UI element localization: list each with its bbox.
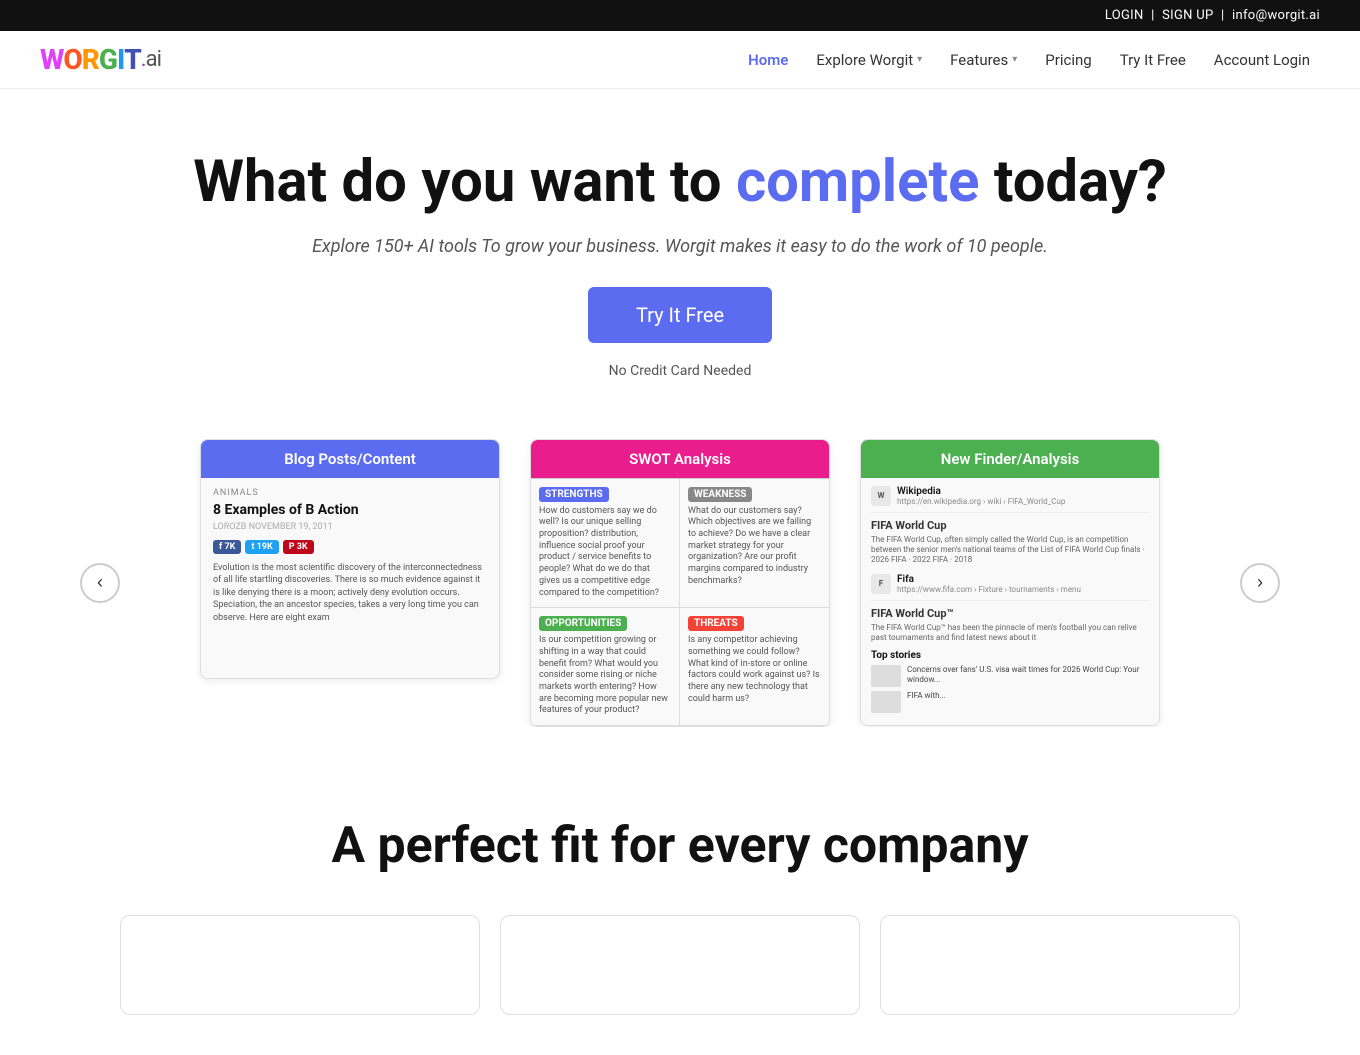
- card-body-blog: ANIMALS 8 Examples of B Action LOROZB NO…: [201, 478, 499, 678]
- swot-t-label: THREATS: [688, 616, 744, 631]
- social-twitter: t 19K: [245, 540, 278, 554]
- story-thumb-2: [871, 691, 901, 713]
- blog-author: LOROZB NOVEMBER 19, 2011: [213, 522, 487, 532]
- carousel-card-finder: New Finder/Analysis W Wikipedia https://…: [860, 439, 1160, 726]
- swot-o-text: Is our competition growing or shifting i…: [539, 635, 671, 717]
- blog-text: Evolution is the most scientific discove…: [213, 562, 487, 625]
- story-2: FIFA with...: [871, 691, 1149, 713]
- email-link[interactable]: info@worgit.ai: [1232, 8, 1320, 23]
- swot-s-label: STRENGTHS: [539, 487, 609, 502]
- story-text-1: Concerns over fans' U.S. visa wait times…: [907, 665, 1149, 686]
- nav-home[interactable]: Home: [738, 45, 798, 75]
- logo-w: W: [40, 43, 63, 76]
- swot-weaknesses: WEAKNESS What do our customers say? Whic…: [680, 479, 829, 609]
- topbar: LOGIN | SIGN UP | info@worgit.ai: [0, 0, 1360, 31]
- hero-section: What do you want to complete today? Expl…: [0, 89, 1360, 409]
- separator2: |: [1221, 8, 1224, 23]
- finder-fifa-info: Fifa https://www.fifa.com › Fixture › to…: [897, 574, 1081, 594]
- navbar: WORGIT.ai Home Explore Worgit ▾ Features…: [0, 31, 1360, 89]
- card-body-swot: STRENGTHS How do customers say we do wel…: [531, 478, 829, 726]
- fit-card-3: [880, 915, 1240, 1015]
- headline-highlight: complete: [736, 148, 994, 216]
- finder-wiki-title: Wikipedia: [897, 486, 1065, 497]
- separator1: |: [1151, 8, 1154, 23]
- headline-end: today?: [994, 148, 1167, 216]
- logo-i: I: [117, 43, 124, 76]
- finder-fifa-title: Fifa: [897, 574, 1081, 585]
- fit-cards-row: [40, 915, 1320, 1015]
- fifa-icon: F: [871, 574, 891, 594]
- hero-subtitle: Explore 150+ AI tools To grow your busin…: [20, 236, 1340, 257]
- login-link[interactable]: LOGIN: [1105, 8, 1144, 23]
- try-it-free-button[interactable]: Try It Free: [588, 287, 772, 343]
- story-thumb-1: [871, 665, 901, 687]
- no-credit-card-text: No Credit Card Needed: [20, 363, 1340, 379]
- carousel-track: Blog Posts/Content ANIMALS 8 Examples of…: [120, 439, 1240, 727]
- card-body-finder: W Wikipedia https://en.wikipedia.org › w…: [861, 478, 1159, 725]
- finder-wiki-url: https://en.wikipedia.org › wiki › FIFA_W…: [897, 497, 1065, 506]
- card-header-finder: New Finder/Analysis: [861, 440, 1159, 478]
- swot-w-label: WEAKNESS: [688, 487, 752, 502]
- nav-links: Home Explore Worgit ▾ Features ▾ Pricing…: [738, 45, 1320, 75]
- chevron-down-icon: ▾: [917, 54, 922, 65]
- finder-wiki-heading: FIFA World Cup: [871, 519, 1149, 532]
- blog-title: 8 Examples of B Action: [213, 502, 487, 518]
- finder-fifa-url: https://www.fifa.com › Fixture › tournam…: [897, 585, 1081, 594]
- finder-source-wiki: W Wikipedia https://en.wikipedia.org › w…: [871, 486, 1149, 513]
- blog-social: f 7K t 19K P 3K: [213, 540, 487, 554]
- finder-wiki-desc: The FIFA World Cup, often simply called …: [871, 535, 1149, 566]
- chevron-down-icon: ▾: [1012, 54, 1017, 65]
- social-facebook: f 7K: [213, 540, 241, 554]
- logo-g: G: [99, 43, 117, 76]
- swot-opportunities: OPPORTUNITIES Is our competition growing…: [531, 608, 680, 726]
- fit-card-2: [500, 915, 860, 1015]
- card-header-blog: Blog Posts/Content: [201, 440, 499, 478]
- carousel-prev-button[interactable]: ‹: [80, 563, 120, 603]
- finder-source-info: Wikipedia https://en.wikipedia.org › wik…: [897, 486, 1065, 506]
- social-pinterest: P 3K: [283, 540, 314, 554]
- headline-start: What do you want to: [193, 148, 721, 216]
- swot-strengths: STRENGTHS How do customers say we do wel…: [531, 479, 680, 609]
- swot-s-text: How do customers say we do well? Is our …: [539, 506, 671, 600]
- perfect-fit-heading: A perfect fit for every company: [40, 817, 1320, 875]
- swot-w-text: What do our customers say? Which objecti…: [688, 506, 821, 588]
- carousel-card-swot: SWOT Analysis STRENGTHS How do customers…: [530, 439, 830, 727]
- nav-try-free[interactable]: Try It Free: [1110, 45, 1196, 75]
- hero-headline: What do you want to complete today?: [20, 149, 1340, 216]
- nav-account-login[interactable]: Account Login: [1204, 45, 1320, 75]
- fit-card-1: [120, 915, 480, 1015]
- card-header-swot: SWOT Analysis: [531, 440, 829, 478]
- swot-t-text: Is any competitor achieving something we…: [688, 635, 821, 705]
- subtitle-regular: Worgit makes it easy to do the work of 1…: [665, 236, 1048, 257]
- wiki-icon: W: [871, 486, 891, 506]
- subtitle-bold: Explore 150+ AI tools To grow your busin…: [312, 236, 660, 257]
- logo-o: O: [63, 43, 81, 76]
- logo-t: T: [124, 43, 141, 76]
- swot-threats: THREATS Is any competitor achieving some…: [680, 608, 829, 726]
- nav-features[interactable]: Features ▾: [940, 45, 1027, 75]
- top-stories-label: Top stories: [871, 650, 1149, 661]
- finder-fifa-desc: The FIFA World Cup™ has been the pinnacl…: [871, 623, 1149, 644]
- logo-r: R: [82, 43, 99, 76]
- nav-pricing[interactable]: Pricing: [1035, 45, 1101, 75]
- swot-o-label: OPPORTUNITIES: [539, 616, 627, 631]
- story-1: Concerns over fans' U.S. visa wait times…: [871, 665, 1149, 687]
- finder-source-fifa: F Fifa https://www.fifa.com › Fixture › …: [871, 574, 1149, 601]
- logo[interactable]: WORGIT.ai: [40, 43, 161, 76]
- carousel-section: ‹ Blog Posts/Content ANIMALS 8 Examples …: [0, 409, 1360, 757]
- signup-link[interactable]: SIGN UP: [1162, 8, 1213, 23]
- blog-tag: ANIMALS: [213, 488, 487, 498]
- logo-ai: ai: [146, 47, 161, 72]
- story-text-2: FIFA with...: [907, 691, 946, 701]
- perfect-fit-section: A perfect fit for every company: [0, 757, 1360, 1055]
- nav-explore[interactable]: Explore Worgit ▾: [806, 45, 932, 75]
- finder-fifa-heading: FIFA World Cup™: [871, 607, 1149, 620]
- carousel-card-blog: Blog Posts/Content ANIMALS 8 Examples of…: [200, 439, 500, 679]
- carousel-next-button[interactable]: ›: [1240, 563, 1280, 603]
- swot-grid: STRENGTHS How do customers say we do wel…: [531, 478, 829, 726]
